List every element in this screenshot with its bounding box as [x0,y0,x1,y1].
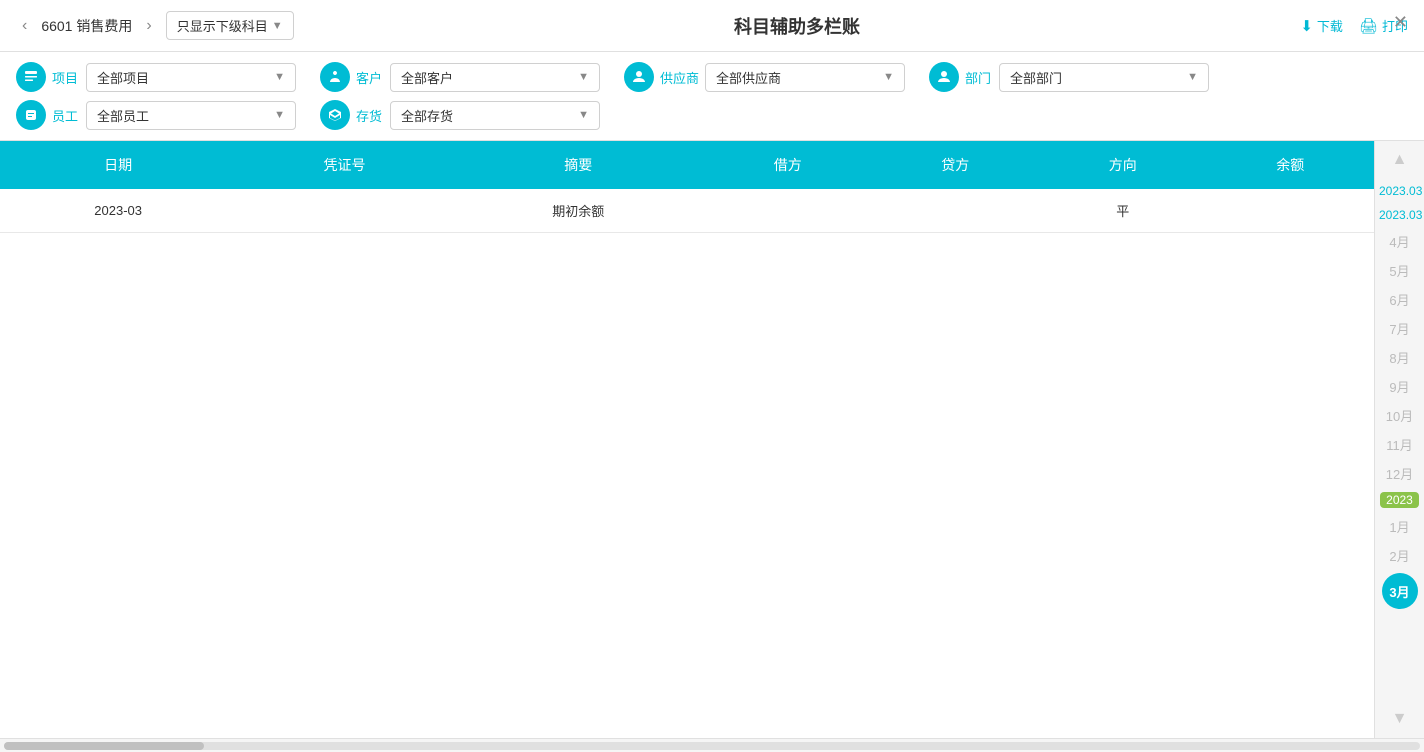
chevron-down-icon: ▼ [1187,71,1198,83]
department-filter-group: 部门 全部部门 ▼ [929,62,1209,92]
cell-voucher [236,189,452,233]
employee-icon [16,100,46,130]
horizontal-scrollbar[interactable] [0,738,1424,752]
scroll-down-button[interactable]: ▼ [1380,704,1420,734]
cell-debit [704,189,872,233]
cell-direction: 平 [1039,189,1207,233]
inventory-select[interactable]: 全部存货 ▼ [390,101,600,130]
month-item-month-5[interactable]: 5月 [1375,256,1424,285]
customer-label: 客户 [356,68,384,87]
month-list: 2023.032023.034月5月6月7月8月9月10月11月12月20231… [1375,179,1424,700]
month-item-month-9[interactable]: 9月 [1375,372,1424,401]
inventory-label: 存货 [356,106,384,125]
page-title: 科目辅助多栏账 [302,13,1293,39]
employee-select[interactable]: 全部员工 ▼ [86,101,296,130]
supplier-select[interactable]: 全部供应商 ▼ [705,63,905,92]
col-balance: 余额 [1206,141,1374,189]
col-voucher: 凭证号 [236,141,452,189]
project-filter-group: 项目 全部项目 ▼ [16,62,296,92]
employee-value: 全部员工 [97,106,149,125]
scrollbar-track [4,742,1420,750]
download-label: 下载 [1317,16,1343,35]
project-select[interactable]: 全部项目 ▼ [86,63,296,92]
scrollbar-thumb[interactable] [4,742,204,750]
month-item-month-8[interactable]: 8月 [1375,343,1424,372]
col-date: 日期 [0,141,236,189]
prev-account-button[interactable]: ‹ [16,15,33,37]
month-item-month-11[interactable]: 11月 [1375,430,1424,459]
customer-filter-group: 客户 全部客户 ▼ [320,62,600,92]
inventory-filter-group: 存货 全部存货 ▼ [320,100,600,130]
month-item-month-4[interactable]: 4月 [1375,227,1424,256]
table-header-row: 日期 凭证号 摘要 借方 贷方 方向 余额 [0,141,1374,189]
filter-area: 项目 全部项目 ▼ 客户 全部客户 ▼ [0,52,1424,141]
department-icon [929,62,959,92]
department-select[interactable]: 全部部门 ▼ [999,63,1209,92]
month-item-month-1-2024[interactable]: 1月 [1375,512,1424,541]
project-icon [16,62,46,92]
cell-date: 2023-03 [0,189,236,233]
month-item-year-2023[interactable]: 2023 [1375,488,1424,512]
cell-summary: 期初余额 [453,189,704,233]
download-icon: ⬇ [1300,17,1313,35]
chevron-down-icon: ▼ [272,20,283,32]
main-content: 日期 凭证号 摘要 借方 贷方 方向 余额 2023-03 期初余额 平 [0,141,1374,738]
inventory-value: 全部存货 [401,106,453,125]
toolbar-actions: ⬇ 下载 🖨 打印 [1300,16,1408,35]
project-label: 项目 [52,68,80,87]
show-sub-accounts-button[interactable]: 只显示下级科目 ▼ [166,11,294,40]
customer-select[interactable]: 全部客户 ▼ [390,63,600,92]
month-item-month-3-active[interactable]: 3月 [1382,573,1418,609]
supplier-filter-group: 供应商 全部供应商 ▼ [624,62,905,92]
month-item-month-7[interactable]: 7月 [1375,314,1424,343]
chevron-down-icon: ▼ [578,109,589,121]
print-icon: 🖨 [1359,17,1378,35]
download-button[interactable]: ⬇ 下载 [1300,16,1343,35]
month-item-2023-03-top[interactable]: 2023.03 [1375,179,1424,203]
col-credit: 贷方 [871,141,1039,189]
show-sub-accounts-label: 只显示下级科目 [177,16,268,35]
employee-label: 员工 [52,106,80,125]
department-value: 全部部门 [1010,68,1062,87]
scroll-up-button[interactable]: ▲ [1380,145,1420,175]
month-item-month-10[interactable]: 10月 [1375,401,1424,430]
main-window: ‹ 6601 销售费用 › 只显示下级科目 ▼ 科目辅助多栏账 ⬇ 下载 🖨 打… [0,0,1424,752]
title-bar: ‹ 6601 销售费用 › 只显示下级科目 ▼ 科目辅助多栏账 ⬇ 下载 🖨 打… [0,0,1424,52]
chevron-down-icon: ▼ [274,109,285,121]
next-account-button[interactable]: › [140,15,157,37]
ledger-table: 日期 凭证号 摘要 借方 贷方 方向 余额 2023-03 期初余额 平 [0,141,1374,233]
chevron-down-icon: ▼ [274,71,285,83]
customer-value: 全部客户 [401,68,453,87]
supplier-icon [624,62,654,92]
account-code: 6601 销售费用 [41,16,132,36]
side-month-nav: ▲ 2023.032023.034月5月6月7月8月9月10月11月12月202… [1374,141,1424,738]
supplier-label: 供应商 [660,68,699,87]
cell-balance [1206,189,1374,233]
project-value: 全部项目 [97,68,149,87]
col-debit: 借方 [704,141,872,189]
supplier-value: 全部供应商 [716,68,781,87]
table-row: 2023-03 期初余额 平 [0,189,1374,233]
month-item-2023-03-bottom[interactable]: 2023.03 [1375,203,1424,227]
customer-icon [320,62,350,92]
month-item-month-6[interactable]: 6月 [1375,285,1424,314]
col-summary: 摘要 [453,141,704,189]
department-label: 部门 [965,68,993,87]
chevron-down-icon: ▼ [883,71,894,83]
month-item-month-12[interactable]: 12月 [1375,459,1424,488]
inventory-icon [320,100,350,130]
close-button[interactable]: ✕ [1393,12,1408,33]
chevron-down-icon: ▼ [578,71,589,83]
table-container: 日期 凭证号 摘要 借方 贷方 方向 余额 2023-03 期初余额 平 [0,141,1424,738]
employee-filter-group: 员工 全部员工 ▼ [16,100,296,130]
cell-credit [871,189,1039,233]
col-direction: 方向 [1039,141,1207,189]
month-item-month-2-2024[interactable]: 2月 [1375,541,1424,570]
